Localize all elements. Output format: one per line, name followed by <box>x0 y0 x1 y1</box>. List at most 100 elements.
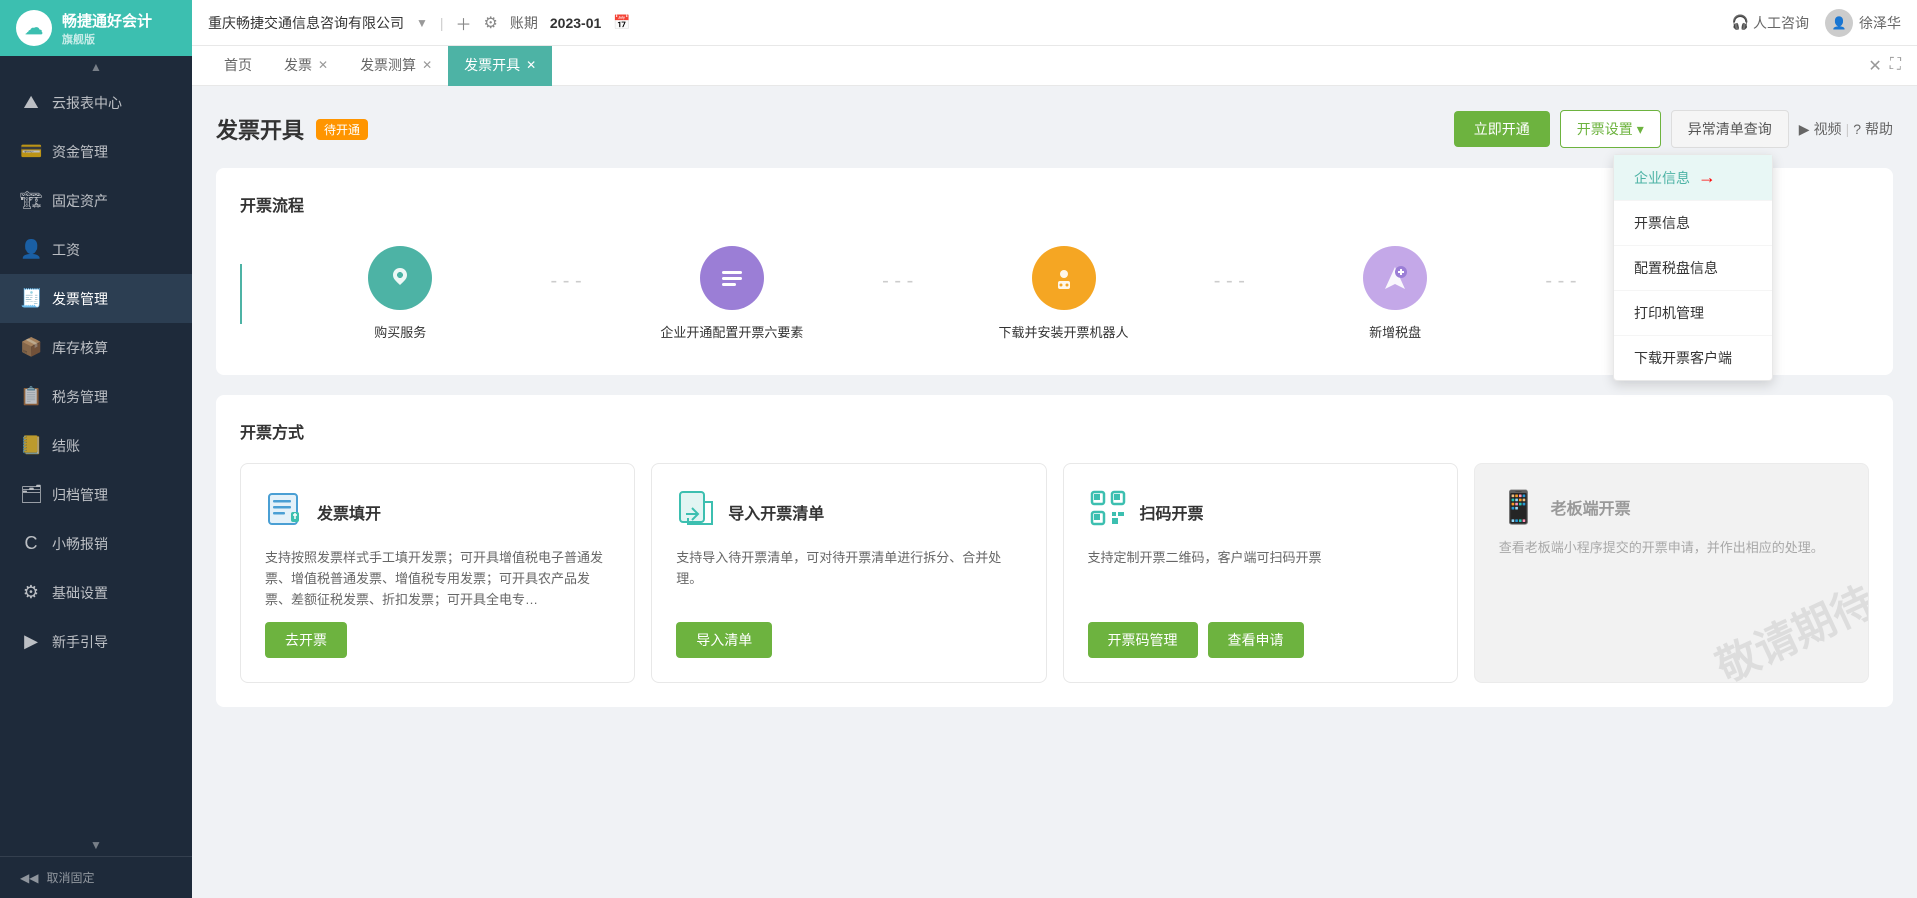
sidebar-item-invoice[interactable]: 🧾 发票管理 <box>0 274 192 323</box>
sidebar-item-label: 归档管理 <box>52 485 108 505</box>
process-arrow-2: - - - <box>874 270 921 293</box>
assets-icon: 🏗 <box>20 190 42 211</box>
settings-button[interactable]: 开票设置 ▾ <box>1560 110 1661 148</box>
add-company-button[interactable]: ＋ <box>456 11 472 35</box>
import-list-button[interactable]: 导入清单 <box>676 622 772 658</box>
sidebar-item-label: 云报表中心 <box>52 93 122 113</box>
sidebar-item-funds[interactable]: 💳 资金管理 <box>0 127 192 176</box>
cancel-fix-icon: ◀◀ <box>20 871 38 885</box>
sidebar-item-label: 资金管理 <box>52 142 108 162</box>
process-icon-3 <box>1032 246 1096 310</box>
method-card-import: 导入开票清单 支持导入待开票清单，可对待开票清单进行拆分、合并处理。 导入清单 <box>651 463 1046 683</box>
scan-invoice-icon <box>1088 488 1128 536</box>
headset-icon: 🎧 <box>1732 14 1749 31</box>
tab-home[interactable]: 首页 <box>208 46 268 86</box>
sidebar-nav: ⛰ 云报表中心 💳 资金管理 🏗 固定资产 👤 工资 🧾 发票管理 📦 库存核算… <box>0 78 192 834</box>
main-content: 发票开具 待开通 立即开通 开票设置 ▾ 异常清单查询 ▶ 视频 | ? 帮助 <box>192 86 1917 898</box>
support-button[interactable]: 🎧 人工咨询 <box>1732 13 1809 33</box>
dropdown-arrow-icon: → <box>1698 167 1716 188</box>
dropdown-item-company[interactable]: 企业信息 → <box>1614 155 1772 201</box>
sidebar-item-inventory[interactable]: 📦 库存核算 <box>0 323 192 372</box>
process-label-2: 企业开通配置开票六要素 <box>660 322 803 341</box>
reports-icon: ⛰ <box>20 92 42 113</box>
go-invoice-button[interactable]: 去开票 <box>265 622 347 658</box>
fill-invoice-icon <box>265 488 305 536</box>
page-actions: 立即开通 开票设置 ▾ 异常清单查询 ▶ 视频 | ? 帮助 企业信息 <box>1454 110 1893 148</box>
process-step-3: 下载并安装开票机器人 <box>921 246 1206 341</box>
tab-invoice[interactable]: 发票 ✕ <box>268 46 344 86</box>
sidebar-item-expense[interactable]: C 小畅报销 <box>0 519 192 568</box>
process-step-4: 新增税盘 <box>1253 246 1538 341</box>
dropdown-item-printer[interactable]: 打印机管理 <box>1614 291 1772 336</box>
main-layout: 重庆畅捷交通信息咨询有限公司 ▼ | ＋ ⚙ 账期 2023-01 📅 🎧 人工… <box>192 0 1917 898</box>
company-settings-icon[interactable]: ⚙ <box>484 13 498 33</box>
scan-invoice-title: 扫码开票 <box>1140 500 1204 524</box>
sidebar-item-tax[interactable]: 📋 税务管理 <box>0 372 192 421</box>
sidebar: ☁ 畅捷通好会计 旗舰版 ▲ ⛰ 云报表中心 💳 资金管理 🏗 固定资产 👤 工… <box>0 0 192 898</box>
sidebar-item-settings[interactable]: ⚙ 基础设置 <box>0 568 192 617</box>
view-apply-button[interactable]: 查看申请 <box>1208 622 1304 658</box>
calendar-icon[interactable]: 📅 <box>613 14 630 31</box>
process-step-1: 购买服务 <box>258 246 543 341</box>
sidebar-scroll-down[interactable]: ▼ <box>0 834 192 856</box>
fill-invoice-desc: 支持按照发票样式手工填开发票；可开具增值税电子普通发票、增值税普通发票、增值税专… <box>265 548 610 610</box>
sidebar-item-archive[interactable]: 🗂 归档管理 <box>0 470 192 519</box>
page-title: 发票开具 <box>216 113 304 145</box>
dropdown-item-tax-config[interactable]: 配置税盘信息 <box>1614 246 1772 291</box>
process-arrow-4: - - - <box>1537 270 1584 293</box>
settings-label: 开票设置 <box>1577 119 1633 139</box>
sidebar-item-label: 库存核算 <box>52 338 108 358</box>
close-icon: 📒 <box>20 435 42 456</box>
tab-invoice-issue-close[interactable]: ✕ <box>526 58 536 72</box>
tab-invoice-calc-close[interactable]: ✕ <box>422 58 432 72</box>
company-name[interactable]: 重庆畅捷交通信息咨询有限公司 <box>208 13 404 33</box>
process-label-1: 购买服务 <box>374 322 426 341</box>
dropdown-item-download[interactable]: 下载开票客户端 <box>1614 336 1772 380</box>
method-card-fill: 发票填开 支持按照发票样式手工填开发票；可开具增值税电子普通发票、增值税普通发票… <box>240 463 635 683</box>
cancel-fix-label: 取消固定 <box>46 869 94 886</box>
period-label: 账期 <box>510 13 538 33</box>
process-icon-2 <box>700 246 764 310</box>
method-card-boss: 📱 老板端开票 查看老板端小程序提交的开票申请，并作出相应的处理。 敬请期待 <box>1474 463 1869 683</box>
process-icon-1 <box>368 246 432 310</box>
user-info[interactable]: 👤 徐泽华 <box>1825 9 1901 37</box>
company-dropdown-icon[interactable]: ▼ <box>416 16 428 30</box>
process-step-2: 企业开通配置开票六要素 <box>590 246 875 341</box>
sidebar-scroll-up[interactable]: ▲ <box>0 56 192 78</box>
inventory-icon: 📦 <box>20 337 42 358</box>
logo-text: 畅捷通好会计 <box>62 10 152 31</box>
import-invoice-desc: 支持导入待开票清单，可对待开票清单进行拆分、合并处理。 <box>676 548 1021 610</box>
import-invoice-title: 导入开票清单 <box>728 500 824 524</box>
page-header: 发票开具 待开通 立即开通 开票设置 ▾ 异常清单查询 ▶ 视频 | ? 帮助 <box>216 110 1893 148</box>
salary-icon: 👤 <box>20 239 42 260</box>
abnormal-button[interactable]: 异常清单查询 <box>1671 110 1789 148</box>
sidebar-item-label: 结账 <box>52 436 80 456</box>
sidebar-item-reports[interactable]: ⛰ 云报表中心 <box>0 78 192 127</box>
restore-icon[interactable]: ⛶ <box>1890 56 1901 76</box>
sidebar-item-label: 小畅报销 <box>52 534 108 554</box>
invoice-icon: 🧾 <box>20 288 42 309</box>
sidebar-item-salary[interactable]: 👤 工资 <box>0 225 192 274</box>
sidebar-cancel-fix[interactable]: ◀◀ 取消固定 <box>0 856 192 898</box>
method-cards: 发票填开 支持按照发票样式手工填开发票；可开具增值税电子普通发票、增值税普通发票… <box>240 463 1869 683</box>
play-icon: ▶ <box>1799 121 1810 138</box>
tab-invoice-close[interactable]: ✕ <box>318 58 328 72</box>
methods-section: 开票方式 <box>216 395 1893 707</box>
logo-icon: ☁ <box>16 10 52 46</box>
funds-icon: 💳 <box>20 141 42 162</box>
dropdown-item-invoice-info[interactable]: 开票信息 <box>1614 201 1772 246</box>
sidebar-item-label: 固定资产 <box>52 191 108 211</box>
sidebar-item-guide[interactable]: ▶ 新手引导 <box>0 617 192 666</box>
period-value: 2023-01 <box>550 15 601 31</box>
sidebar-item-close[interactable]: 📒 结账 <box>0 421 192 470</box>
activate-button[interactable]: 立即开通 <box>1454 111 1550 147</box>
process-arrow-3: - - - <box>1206 270 1253 293</box>
maximize-icon[interactable]: ✕ <box>1868 56 1881 76</box>
logo-area: ☁ 畅捷通好会计 旗舰版 <box>0 0 192 56</box>
video-button[interactable]: ▶ 视频 | ? 帮助 <box>1799 119 1893 139</box>
qr-manage-button[interactable]: 开票码管理 <box>1088 622 1198 658</box>
tab-invoice-issue[interactable]: 发票开具 ✕ <box>448 46 552 86</box>
tab-invoice-calc[interactable]: 发票测算 ✕ <box>344 46 448 86</box>
sidebar-item-assets[interactable]: 🏗 固定资产 <box>0 176 192 225</box>
settings-icon: ⚙ <box>20 582 42 603</box>
